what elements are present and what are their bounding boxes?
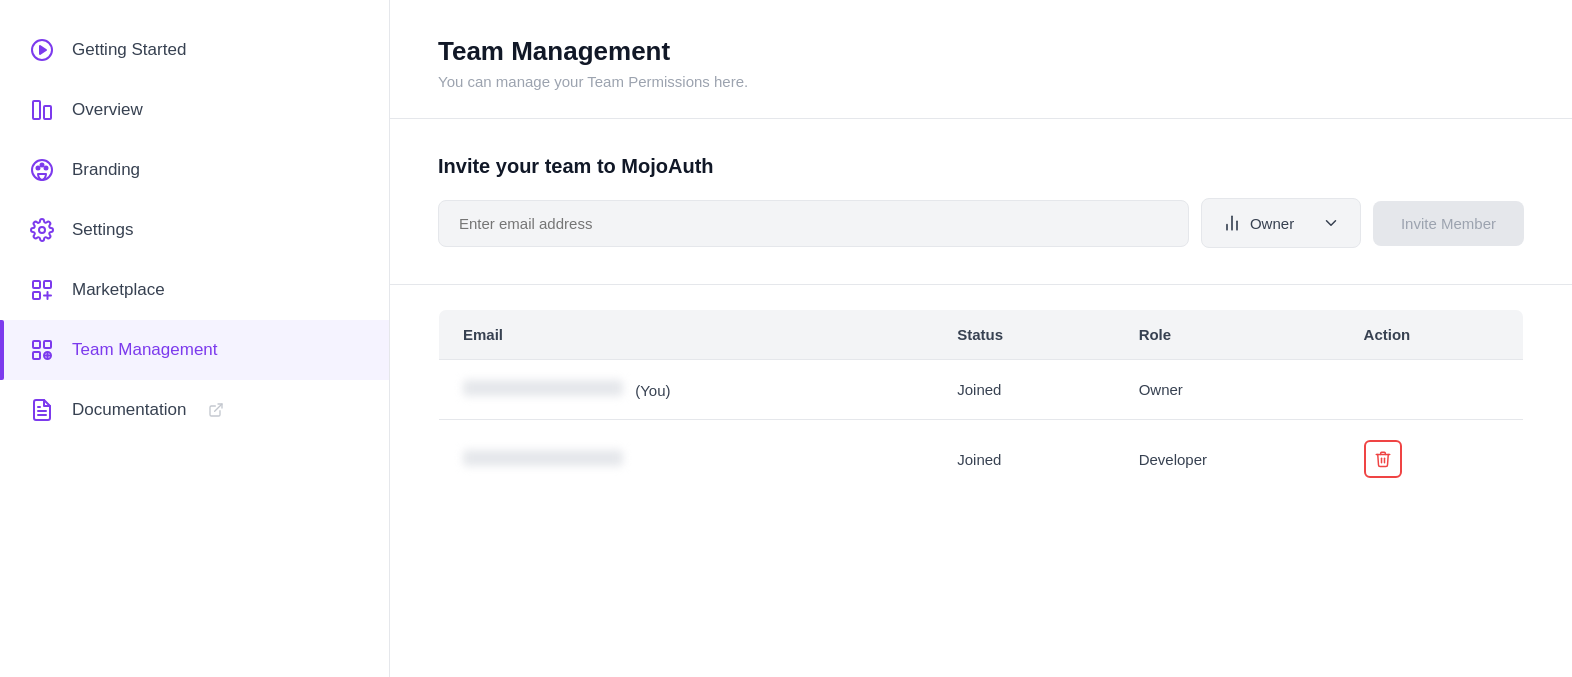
palette-icon	[28, 156, 56, 184]
svg-rect-14	[33, 341, 40, 348]
col-role: Role	[1115, 310, 1340, 360]
role-selected-label: Owner	[1250, 215, 1294, 232]
invite-row: Owner Invite Member	[438, 198, 1524, 248]
document-icon	[28, 396, 56, 424]
svg-rect-15	[44, 341, 51, 348]
grid-users-icon	[28, 336, 56, 364]
col-action: Action	[1340, 310, 1524, 360]
status-value: Joined	[957, 381, 1001, 398]
blurred-email	[463, 380, 623, 396]
sidebar-item-getting-started[interactable]: Getting Started	[0, 20, 389, 80]
sidebar: Getting Started Overview Branding	[0, 0, 390, 677]
external-link-icon	[208, 402, 224, 418]
status-value: Joined	[957, 451, 1001, 468]
svg-marker-1	[40, 46, 46, 54]
sidebar-item-team-management[interactable]: Team Management	[0, 320, 389, 380]
svg-line-22	[215, 404, 222, 411]
invite-section: Invite your team to MojoAuth Owner	[390, 119, 1572, 285]
svg-rect-3	[44, 106, 51, 119]
svg-rect-16	[33, 352, 40, 359]
svg-point-5	[37, 167, 40, 170]
sidebar-item-label: Documentation	[72, 400, 186, 420]
svg-point-7	[45, 167, 48, 170]
main-content: Team Management You can manage your Team…	[390, 0, 1572, 677]
sidebar-item-label: Marketplace	[72, 280, 165, 300]
email-cell: (You)	[439, 360, 934, 420]
sidebar-item-label: Getting Started	[72, 40, 186, 60]
svg-point-8	[39, 227, 45, 233]
sidebar-item-label: Branding	[72, 160, 140, 180]
sidebar-item-branding[interactable]: Branding	[0, 140, 389, 200]
trash-icon	[1374, 450, 1392, 468]
sidebar-item-overview[interactable]: Overview	[0, 80, 389, 140]
sidebar-item-label: Team Management	[72, 340, 218, 360]
delete-member-button[interactable]	[1364, 440, 1402, 478]
play-circle-icon	[28, 36, 56, 64]
svg-point-6	[41, 164, 44, 167]
action-cell	[1340, 360, 1524, 420]
page-title: Team Management	[438, 36, 1524, 67]
invite-member-button[interactable]: Invite Member	[1373, 201, 1524, 246]
sidebar-item-marketplace[interactable]: Marketplace	[0, 260, 389, 320]
team-table-section: Email Status Role Action (You) Joined	[390, 309, 1572, 547]
page-header: Team Management You can manage your Team…	[390, 0, 1572, 119]
email-input[interactable]	[459, 215, 1168, 232]
sidebar-item-settings[interactable]: Settings	[0, 200, 389, 260]
chevron-down-icon	[1322, 214, 1340, 232]
email-input-wrapper[interactable]	[438, 200, 1189, 247]
role-icon	[1222, 213, 1242, 233]
svg-rect-2	[33, 101, 40, 119]
col-status: Status	[933, 310, 1114, 360]
gear-icon	[28, 216, 56, 244]
svg-rect-9	[33, 281, 40, 288]
role-cell: Developer	[1115, 420, 1340, 499]
svg-rect-11	[33, 292, 40, 299]
team-table: Email Status Role Action (You) Joined	[438, 309, 1524, 499]
blurred-email	[463, 450, 623, 466]
role-value: Developer	[1139, 451, 1207, 468]
page-subtitle: You can manage your Team Permissions her…	[438, 73, 1524, 90]
status-cell: Joined	[933, 420, 1114, 499]
table-row: Joined Developer	[439, 420, 1524, 499]
bar-chart-icon	[28, 96, 56, 124]
sidebar-item-documentation[interactable]: Documentation	[0, 380, 389, 440]
grid-plus-icon	[28, 276, 56, 304]
col-email: Email	[439, 310, 934, 360]
role-value: Owner	[1139, 381, 1183, 398]
you-label: (You)	[635, 382, 670, 399]
status-cell: Joined	[933, 360, 1114, 420]
svg-rect-10	[44, 281, 51, 288]
email-cell	[439, 420, 934, 499]
table-row: (You) Joined Owner	[439, 360, 1524, 420]
sidebar-item-label: Settings	[72, 220, 133, 240]
role-cell: Owner	[1115, 360, 1340, 420]
role-dropdown[interactable]: Owner	[1201, 198, 1361, 248]
sidebar-item-label: Overview	[72, 100, 143, 120]
action-cell	[1340, 420, 1524, 499]
invite-section-title: Invite your team to MojoAuth	[438, 155, 1524, 178]
table-header-row: Email Status Role Action	[439, 310, 1524, 360]
